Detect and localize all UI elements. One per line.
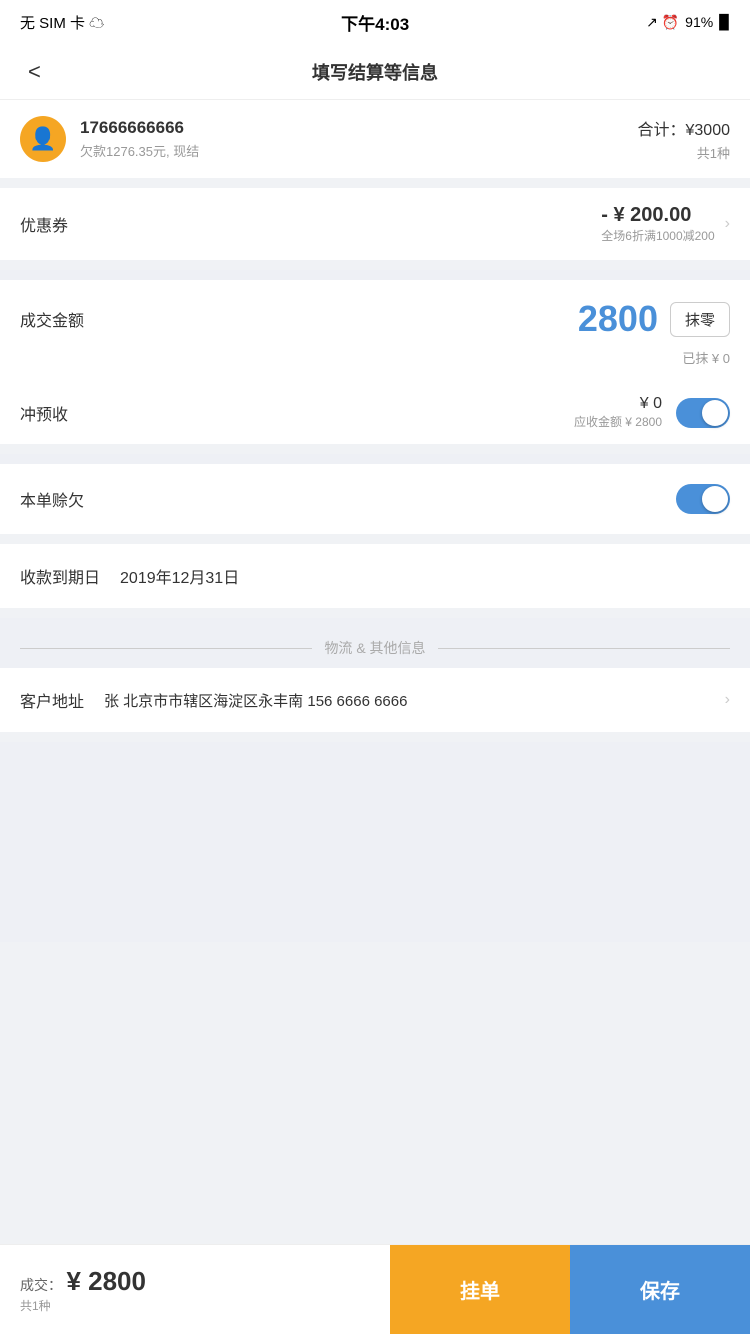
coupon-right: - ¥ 200.00 全场6折满1000减200 › xyxy=(601,204,730,244)
due-date-label: 收款到期日 xyxy=(20,564,100,588)
bottom-summary: 成交： ¥ 2800 共1种 xyxy=(0,1266,390,1314)
address-value: 张 北京市市辖区海淀区永丰南 156 6666 6666 xyxy=(104,690,725,711)
battery-level: 91% xyxy=(685,14,713,30)
prepay-amount: ¥ 0 xyxy=(574,395,662,413)
logistics-label: 物流 & 其他信息 xyxy=(324,638,425,658)
customer-left: 👤 17666666666 欠款1276.35元, 现结 xyxy=(20,116,199,162)
deal-amount-section: 成交金额 2800 抹零 已抹 ¥ 0 冲预收 ¥ 0 应收金额 ¥ 2800 xyxy=(0,280,750,444)
save-button[interactable]: 保存 xyxy=(570,1245,750,1334)
coupon-amount: - ¥ 200.00 xyxy=(601,204,714,227)
separator-3 xyxy=(0,618,750,628)
coupon-row[interactable]: 优惠券 - ¥ 200.00 全场6折满1000减200 › xyxy=(0,188,750,260)
debit-toggle[interactable] xyxy=(676,484,730,514)
coupon-desc: 全场6折满1000减200 xyxy=(601,227,714,244)
bottom-bar: 成交： ¥ 2800 共1种 挂单 保存 xyxy=(0,1244,750,1334)
toggle-knob xyxy=(702,400,728,426)
customer-card: 👤 17666666666 欠款1276.35元, 现结 合计：¥3000 共1… xyxy=(0,100,750,178)
separator-2 xyxy=(0,454,750,464)
deal-amount-label: 成交金额 xyxy=(20,307,84,331)
address-section: 客户地址 张 北京市市辖区海淀区永丰南 156 6666 6666 › xyxy=(0,668,750,732)
customer-total: 合计：¥3000 共1种 xyxy=(638,116,731,162)
coupon-label: 优惠券 xyxy=(20,212,68,236)
already-rounded: 已抹 ¥ 0 xyxy=(0,348,750,381)
due-date-value: 2019年12月31日 xyxy=(120,564,239,588)
bottom-deal-line: 成交： ¥ 2800 xyxy=(20,1266,370,1297)
address-row[interactable]: 客户地址 张 北京市市辖区海淀区永丰南 156 6666 6666 › xyxy=(0,668,750,732)
deal-amount-number: 2800 xyxy=(578,298,658,340)
status-left: 无 SIM 卡 ☁ xyxy=(20,12,104,33)
total-amount: 合计：¥3000 xyxy=(638,116,731,140)
page-title: 填写结算等信息 xyxy=(312,59,438,85)
separator-4 xyxy=(0,742,750,942)
divider-line-right xyxy=(438,648,730,649)
customer-phone: 17666666666 xyxy=(80,118,199,138)
due-date-section: 收款到期日 2019年12月31日 xyxy=(0,544,750,608)
customer-debt: 欠款1276.35元, 现结 xyxy=(80,141,199,160)
prepay-desc: 应收金额 ¥ 2800 xyxy=(574,413,662,430)
prepay-toggle[interactable] xyxy=(676,398,730,428)
chevron-right-icon: › xyxy=(725,215,730,233)
status-bar: 无 SIM 卡 ☁ 下午4:03 ↗ ⏰ 91% ▉ xyxy=(0,0,750,44)
debit-label: 本单赊欠 xyxy=(20,487,84,511)
avatar: 👤 xyxy=(20,116,66,162)
battery-bar: ▉ xyxy=(719,14,730,31)
address-label: 客户地址 xyxy=(20,688,84,712)
debit-section: 本单赊欠 xyxy=(0,464,750,534)
deal-amount-row: 成交金额 2800 抹零 xyxy=(0,280,750,348)
bottom-deal-label: 成交： xyxy=(20,1277,62,1293)
nav-bar: < 填写结算等信息 xyxy=(0,44,750,100)
bottom-count: 共1种 xyxy=(20,1297,370,1314)
divider-line-left xyxy=(20,648,312,649)
debit-toggle-knob xyxy=(702,486,728,512)
address-chevron-icon: › xyxy=(725,691,730,709)
due-date-row: 收款到期日 2019年12月31日 xyxy=(0,544,750,608)
debit-row: 本单赊欠 xyxy=(0,464,750,534)
prepay-row: 冲预收 ¥ 0 应收金额 ¥ 2800 xyxy=(0,381,750,444)
round-button[interactable]: 抹零 xyxy=(670,302,730,337)
sim-status: 无 SIM 卡 ☁ xyxy=(20,12,104,33)
deal-amount-right: 2800 抹零 xyxy=(578,298,730,340)
battery-icon: ↗ ⏰ xyxy=(646,14,679,31)
coupon-section: 优惠券 - ¥ 200.00 全场6折满1000减200 › xyxy=(0,188,750,260)
prepay-right: ¥ 0 应收金额 ¥ 2800 xyxy=(574,395,730,430)
status-time: 下午4:03 xyxy=(341,10,409,35)
customer-info: 17666666666 欠款1276.35元, 现结 xyxy=(80,118,199,160)
main-content: 👤 17666666666 欠款1276.35元, 现结 合计：¥3000 共1… xyxy=(0,100,750,1042)
status-right: ↗ ⏰ 91% ▉ xyxy=(646,14,730,31)
item-count: 共1种 xyxy=(638,143,731,162)
bottom-amount: ¥ 2800 xyxy=(66,1266,146,1296)
logistics-divider: 物流 & 其他信息 xyxy=(0,628,750,668)
separator-1 xyxy=(0,270,750,280)
prepay-info: ¥ 0 应收金额 ¥ 2800 xyxy=(574,395,662,430)
hang-button[interactable]: 挂单 xyxy=(390,1245,570,1334)
back-button[interactable]: < xyxy=(20,51,49,93)
prepay-label: 冲预收 xyxy=(20,401,68,425)
